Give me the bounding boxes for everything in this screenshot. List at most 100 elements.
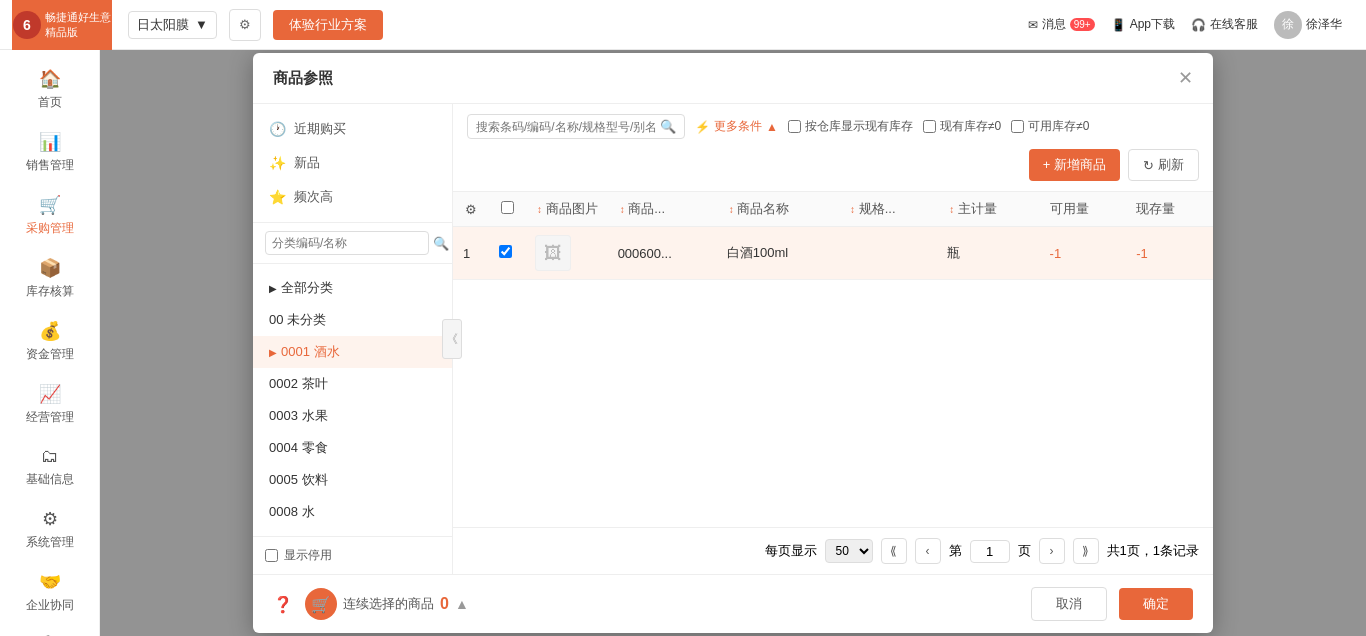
refresh-btn[interactable]: ↻ 刷新 [1128, 149, 1199, 181]
tab-recent-purchase[interactable]: 🕐 近期购买 [253, 112, 452, 146]
sidebar-item-guide[interactable]: 📚 新手引导 [0, 624, 99, 636]
category-list: ▶ 全部分类 00 未分类 ▶ 0001 酒水 0002 茶 [253, 264, 452, 536]
category-item-0008[interactable]: 0008 水 [253, 496, 452, 528]
filter-stock-label: 现有库存≠0 [940, 118, 1001, 135]
page-size-select[interactable]: 50 [825, 539, 873, 563]
online-service-btn[interactable]: 🎧 在线客服 [1191, 16, 1258, 33]
inventory-icon: 📦 [39, 257, 61, 279]
select-all-checkbox[interactable] [501, 201, 514, 214]
category-search-row: 🔍 [253, 223, 452, 264]
top-nav: 6 畅捷通好生意 精品版 日太阳膜 ▼ ⚙ 体验行业方案 ✉ 消息 99+ 📱 … [0, 0, 1366, 50]
sidebar-label-business: 经营管理 [26, 409, 74, 426]
category-item-all[interactable]: ▶ 全部分类 [253, 272, 452, 304]
col-available: 可用量 [1040, 192, 1127, 227]
col-unit[interactable]: ↕ 主计量 [937, 192, 1039, 227]
category-item-0010[interactable]: 0010 家电 [253, 528, 452, 536]
cart-label: 连续选择的商品 [343, 595, 434, 613]
finance-icon: 💰 [39, 320, 61, 342]
filter-stock-checkbox[interactable] [923, 120, 936, 133]
col-product-code[interactable]: ↕ 商品... [608, 192, 717, 227]
experience-btn[interactable]: 体验行业方案 [273, 10, 383, 40]
cart-count: 0 [440, 595, 449, 613]
collab-icon: 🤝 [39, 571, 61, 593]
sidebar-label-sales: 销售管理 [26, 157, 74, 174]
page-prev-btn[interactable]: ‹ [915, 538, 941, 564]
col-check[interactable] [489, 192, 525, 227]
sidebar-item-finance[interactable]: 💰 资金管理 [0, 310, 99, 373]
category-item-0003[interactable]: 0003 水果 [253, 400, 452, 432]
row-unit: 瓶 [937, 227, 1039, 280]
app-download-btn[interactable]: 📱 App下载 [1111, 16, 1175, 33]
category-item-0001[interactable]: ▶ 0001 酒水 [253, 336, 452, 368]
cart-icon: 🛒 [305, 588, 337, 620]
sidebar-item-inventory[interactable]: 📦 库存核算 [0, 247, 99, 310]
help-icon[interactable]: ❓ [273, 595, 293, 614]
filter-icon: ⚡ [695, 120, 710, 134]
show-disabled-checkbox[interactable] [265, 549, 278, 562]
system-icon: ⚙ [42, 508, 58, 530]
sidebar-item-collab[interactable]: 🤝 企业协同 [0, 561, 99, 624]
pagination: 每页显示 50 ⟪ ‹ 第 页 › ⟫ 共1页，1条记录 [453, 527, 1213, 574]
filter-warehouse-checkbox[interactable] [788, 120, 801, 133]
modal-footer: ❓ 🛒 连续选择的商品 0 ▲ 取消 确定 [253, 574, 1213, 633]
cart-expand-icon[interactable]: ▲ [455, 596, 469, 612]
category-code-uncategorized: 00 未分类 [269, 311, 326, 329]
sidebar-item-business[interactable]: 📈 经营管理 [0, 373, 99, 436]
sidebar-item-home[interactable]: 🏠 首页 [0, 58, 99, 121]
confirm-button[interactable]: 确定 [1119, 588, 1193, 620]
close-button[interactable]: ✕ [1178, 67, 1193, 89]
col-product-image: ↕ 商品图片 [525, 192, 608, 227]
category-item-0004[interactable]: 0004 零食 [253, 432, 452, 464]
product-search-input[interactable] [476, 120, 656, 134]
sidebar-label-system: 系统管理 [26, 534, 74, 551]
col-settings[interactable]: ⚙ [453, 192, 489, 227]
table-row[interactable]: 1 🖼 000600... 白酒100ml [453, 227, 1213, 280]
sidebar-item-system[interactable]: ⚙ 系统管理 [0, 498, 99, 561]
username: 徐泽华 [1306, 16, 1342, 33]
tab-frequent[interactable]: ⭐ 频次高 [253, 180, 452, 214]
tab-new[interactable]: ✨ 新品 [253, 146, 452, 180]
page-first-btn[interactable]: ⟪ [881, 538, 907, 564]
col-product-name[interactable]: ↕ 商品名称 [717, 192, 838, 227]
modal-right-panel: 🔍 ⚡ 更多条件 ▲ 按仓库显示现有库存 [453, 104, 1213, 574]
cancel-button[interactable]: 取消 [1031, 587, 1107, 621]
sidebar-item-sales[interactable]: 📊 销售管理 [0, 121, 99, 184]
user-area[interactable]: 徐 徐泽华 [1274, 11, 1342, 39]
page-next-btn[interactable]: › [1039, 538, 1065, 564]
filter-available-checkbox[interactable] [1011, 120, 1024, 133]
sidebar-item-basic[interactable]: 🗂 基础信息 [0, 436, 99, 498]
page-input[interactable] [970, 540, 1010, 563]
category-search-icon[interactable]: 🔍 [433, 236, 449, 251]
product-table-wrap: ⚙ ↕ 商品图片 ↕ 商品... [453, 192, 1213, 527]
category-search-input[interactable] [265, 231, 429, 255]
modal-overlay: 商品参照 ✕ 🕐 近期购买 ✨ 新 [100, 50, 1366, 636]
category-label-0003: 0003 水果 [269, 407, 328, 425]
category-label-0001: 0001 酒水 [281, 343, 340, 361]
add-product-btn[interactable]: + 新增商品 [1029, 149, 1120, 181]
row-stock: -1 [1126, 227, 1213, 280]
sidebar-item-purchase[interactable]: 🛒 采购管理 [0, 184, 99, 247]
headset-icon: 🎧 [1191, 18, 1206, 32]
category-item-uncategorized[interactable]: 00 未分类 [253, 304, 452, 336]
category-item-0002[interactable]: 0002 茶叶 [253, 368, 452, 400]
filter-stock-option: 现有库存≠0 [923, 118, 1001, 135]
row-name: 白酒100ml [717, 227, 838, 280]
product-search-icon[interactable]: 🔍 [660, 119, 676, 134]
collapse-panel-button[interactable]: 《 [442, 319, 462, 359]
row-image: 🖼 [525, 227, 608, 280]
category-item-0005[interactable]: 0005 饮料 [253, 464, 452, 496]
sort-icon-spec: ↕ [850, 204, 855, 215]
page-last-btn[interactable]: ⟫ [1073, 538, 1099, 564]
row-checkbox[interactable] [489, 227, 525, 280]
more-filter-btn[interactable]: ⚡ 更多条件 ▲ [695, 118, 778, 135]
refresh-label: 刷新 [1158, 156, 1184, 174]
settings-icon[interactable]: ⚙ [229, 9, 261, 41]
product-search-wrap: 🔍 [467, 114, 685, 139]
col-stock: 现存量 [1126, 192, 1213, 227]
messages-btn[interactable]: ✉ 消息 99+ [1028, 16, 1095, 33]
message-label: 消息 [1042, 16, 1066, 33]
nav-middle: 日太阳膜 ▼ ⚙ 体验行业方案 [112, 9, 1028, 41]
store-selector[interactable]: 日太阳膜 ▼ [128, 11, 217, 39]
chevron-down-icon: ▼ [195, 17, 208, 32]
col-spec[interactable]: ↕ 规格... [838, 192, 937, 227]
